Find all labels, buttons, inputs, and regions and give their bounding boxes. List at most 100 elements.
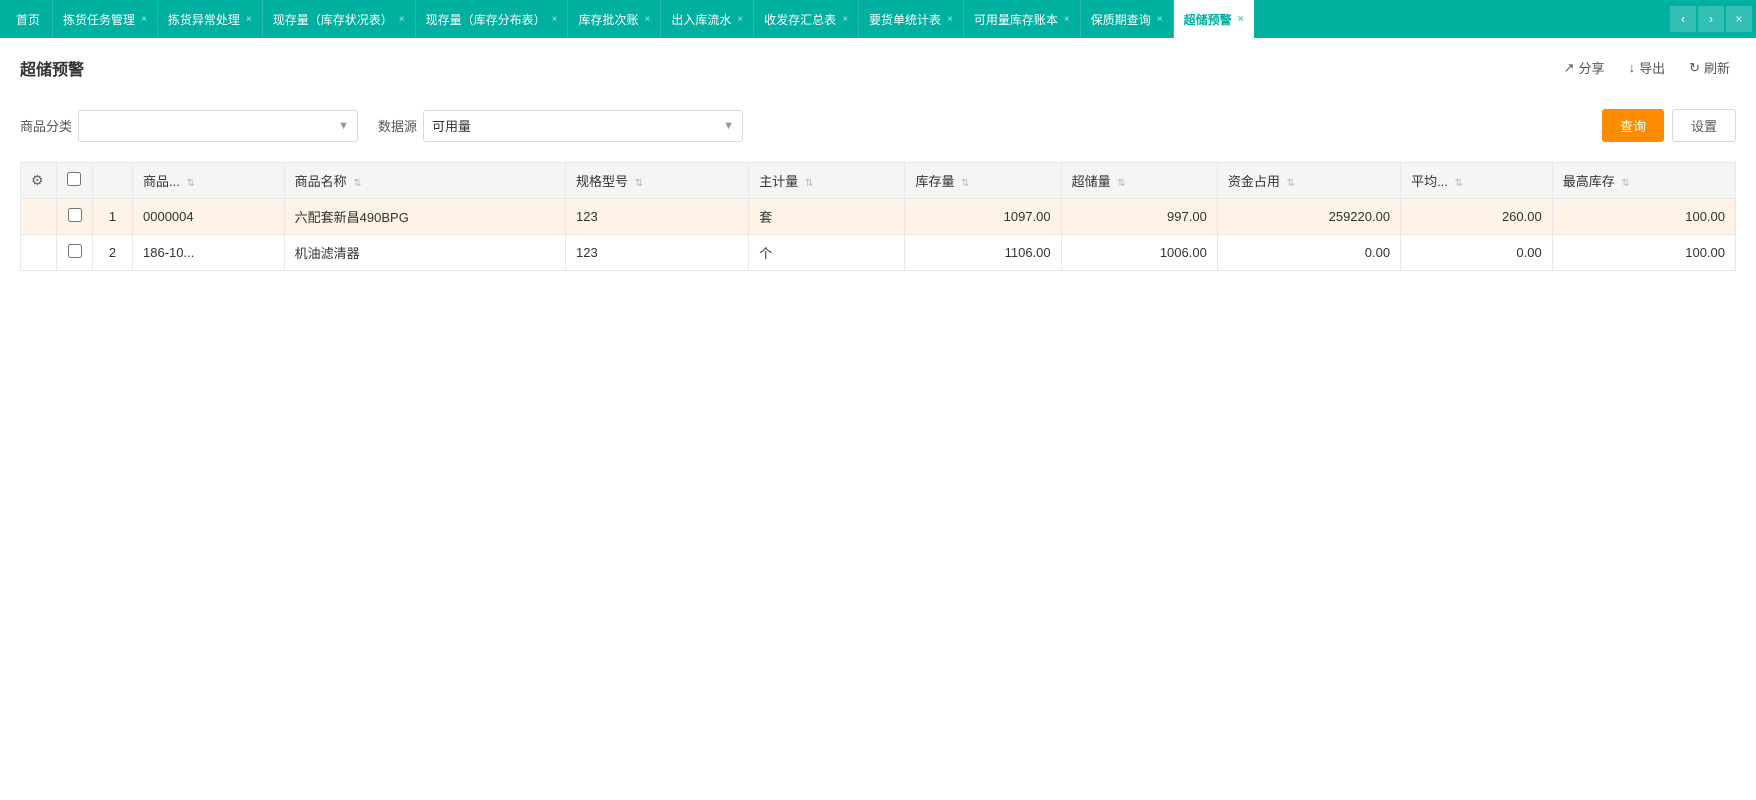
sort-icon: ⇅: [1286, 178, 1294, 189]
settings-button[interactable]: 设置: [1672, 109, 1736, 142]
table-header-product-code[interactable]: 商品... ⇅: [133, 163, 285, 199]
row-overflow: 1006.00: [1061, 235, 1217, 271]
row-unit: 套: [749, 199, 905, 235]
row-avg: 0.00: [1401, 235, 1553, 271]
row-max-stock: 100.00: [1552, 199, 1735, 235]
table-header-capital[interactable]: 资金占用 ⇅: [1217, 163, 1400, 199]
row-index: 2: [93, 235, 133, 271]
data-source-select[interactable]: 可用量 ▼: [423, 110, 743, 142]
row-avg: 260.00: [1401, 199, 1553, 235]
table-header-max-stock[interactable]: 最高库存 ⇅: [1552, 163, 1735, 199]
table-header-checkbox[interactable]: [57, 163, 93, 199]
share-icon: ↗: [1564, 60, 1575, 76]
export-button[interactable]: ↓ 导出: [1623, 54, 1672, 81]
page-content: 超储预警 ↗ 分享 ↓ 导出 ↻ 刷新 商品分类 ▼ 数据源: [0, 38, 1756, 800]
row-overflow: 997.00: [1061, 199, 1217, 235]
nav-tab-5[interactable]: 库存批次账 ×: [568, 0, 661, 38]
nav-tab-close[interactable]: ×: [947, 14, 953, 25]
nav-home[interactable]: 首页: [4, 0, 53, 38]
share-label: 分享: [1579, 58, 1605, 77]
table-header-overflow[interactable]: 超储量 ⇅: [1061, 163, 1217, 199]
table-header-avg[interactable]: 平均... ⇅: [1401, 163, 1553, 199]
table-row: 2 186-10... 机油滤清器 123 个 1106.00 1006.00 …: [21, 235, 1736, 271]
nav-tab-label: 现存量（库存分布表）: [426, 11, 546, 28]
nav-tab-close[interactable]: ×: [141, 14, 147, 25]
share-button[interactable]: ↗ 分享: [1558, 54, 1611, 81]
nav-tab-3[interactable]: 现存量（库存状况表） ×: [263, 0, 416, 38]
row-gear: [21, 199, 57, 235]
nav-tab-10[interactable]: 保质期查询 ×: [1081, 0, 1174, 38]
nav-tab-label: 要货单统计表: [869, 11, 941, 28]
filter-area: 商品分类 ▼ 数据源 可用量 ▼ 查询 设置: [20, 97, 1736, 150]
nav-tab-close[interactable]: ×: [399, 14, 405, 25]
nav-tab-close[interactable]: ×: [1064, 14, 1070, 25]
row-stock: 1097.00: [905, 199, 1061, 235]
page-header: 超储预警 ↗ 分享 ↓ 导出 ↻ 刷新: [20, 54, 1736, 81]
nav-tab-2[interactable]: 拣货异常处理 ×: [158, 0, 263, 38]
gear-icon[interactable]: ⚙: [31, 172, 44, 189]
header-actions: ↗ 分享 ↓ 导出 ↻ 刷新: [1558, 54, 1736, 81]
table-header-row: ⚙ 商品... ⇅ 商品名称 ⇅ 规格型号 ⇅: [21, 163, 1736, 199]
nav-tab-close[interactable]: ×: [246, 14, 252, 25]
table-header-gear[interactable]: ⚙: [21, 163, 57, 199]
row-checkbox[interactable]: [68, 244, 82, 258]
nav-tab-label: 收发存汇总表: [764, 11, 836, 28]
nav-tab-11[interactable]: 超储预警 ×: [1174, 0, 1255, 38]
row-product-name: 机油滤清器: [284, 235, 565, 271]
refresh-icon: ↻: [1689, 60, 1700, 76]
row-unit: 个: [749, 235, 905, 271]
refresh-button[interactable]: ↻ 刷新: [1683, 54, 1736, 81]
nav-tab-4[interactable]: 现存量（库存分布表） ×: [416, 0, 569, 38]
sort-icon: ⇅: [1117, 178, 1125, 189]
row-stock: 1106.00: [905, 235, 1061, 271]
table-header-stock[interactable]: 库存量 ⇅: [905, 163, 1061, 199]
select-all-checkbox[interactable]: [67, 172, 81, 186]
table-header-product-name[interactable]: 商品名称 ⇅: [284, 163, 565, 199]
chevron-down-icon: ▼: [338, 120, 349, 132]
nav-tab-7[interactable]: 收发存汇总表 ×: [754, 0, 859, 38]
product-category-select[interactable]: ▼: [78, 110, 358, 142]
data-source-label: 数据源: [378, 116, 417, 135]
row-max-stock: 100.00: [1552, 235, 1735, 271]
nav-tab-close[interactable]: ×: [842, 14, 848, 25]
top-navigation: 首页 拣货任务管理 × 拣货异常处理 × 现存量（库存状况表） × 现存量（库存…: [0, 0, 1756, 38]
nav-tab-label: 保质期查询: [1091, 11, 1151, 28]
export-icon: ↓: [1629, 60, 1636, 75]
nav-tab-close[interactable]: ×: [644, 14, 650, 25]
nav-tab-8[interactable]: 要货单统计表 ×: [859, 0, 964, 38]
nav-tab-close[interactable]: ×: [1157, 14, 1163, 25]
row-product-name: 六配套新昌490BPG: [284, 199, 565, 235]
nav-next-btn[interactable]: ›: [1698, 6, 1724, 32]
product-category-label: 商品分类: [20, 116, 72, 135]
nav-prev-btn[interactable]: ‹: [1670, 6, 1696, 32]
sort-icon: ⇅: [961, 178, 969, 189]
nav-close-all-btn[interactable]: ×: [1726, 6, 1752, 32]
table-row: 1 0000004 六配套新昌490BPG 123 套 1097.00 997.…: [21, 199, 1736, 235]
nav-tab-1[interactable]: 拣货任务管理 ×: [53, 0, 158, 38]
nav-tab-label: 出入库流水: [671, 11, 731, 28]
row-gear: [21, 235, 57, 271]
table-header-unit[interactable]: 主计量 ⇅: [749, 163, 905, 199]
row-spec: 123: [566, 199, 749, 235]
nav-tab-label: 可用量库存账本: [974, 11, 1058, 28]
nav-tab-6[interactable]: 出入库流水 ×: [661, 0, 754, 38]
nav-tab-close[interactable]: ×: [552, 14, 558, 25]
table-header-spec[interactable]: 规格型号 ⇅: [566, 163, 749, 199]
nav-tab-close[interactable]: ×: [737, 14, 743, 25]
row-checkbox-cell[interactable]: [57, 235, 93, 271]
row-capital: 0.00: [1217, 235, 1400, 271]
export-label: 导出: [1639, 58, 1665, 77]
nav-tab-close[interactable]: ×: [1238, 14, 1244, 25]
query-button[interactable]: 查询: [1602, 109, 1664, 142]
row-product-code: 0000004: [133, 199, 285, 235]
nav-tab-9[interactable]: 可用量库存账本 ×: [964, 0, 1081, 38]
row-checkbox-cell[interactable]: [57, 199, 93, 235]
row-product-code: 186-10...: [133, 235, 285, 271]
filter-data-source: 数据源 可用量 ▼: [378, 110, 743, 142]
nav-tab-label: 现存量（库存状况表）: [273, 11, 393, 28]
nav-arrows: ‹ › ×: [1668, 6, 1752, 32]
row-checkbox[interactable]: [68, 208, 82, 222]
page-title: 超储预警: [20, 56, 84, 80]
sort-icon: ⇅: [1455, 178, 1463, 189]
filter-product-category: 商品分类 ▼: [20, 110, 358, 142]
